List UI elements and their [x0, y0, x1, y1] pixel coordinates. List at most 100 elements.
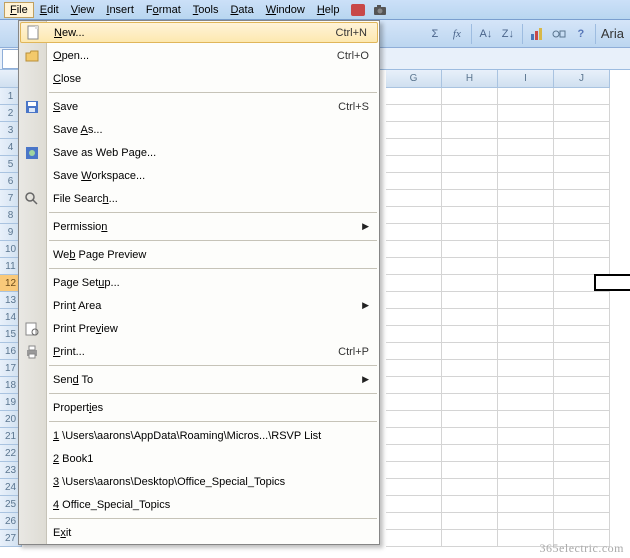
menu-item-file-search[interactable]: File Search... [19, 187, 379, 210]
cell[interactable] [442, 88, 498, 105]
cell[interactable] [386, 377, 442, 394]
cell[interactable] [554, 224, 610, 241]
menu-item-close[interactable]: Close [19, 67, 379, 90]
cell[interactable] [442, 411, 498, 428]
cell[interactable] [554, 258, 610, 275]
cell[interactable] [554, 156, 610, 173]
cell[interactable] [554, 309, 610, 326]
cell[interactable] [386, 343, 442, 360]
cell[interactable] [498, 88, 554, 105]
cell[interactable] [442, 496, 498, 513]
cell[interactable] [498, 513, 554, 530]
menu-item-send-to[interactable]: Send To▶ [19, 368, 379, 391]
cell[interactable] [498, 139, 554, 156]
menu-item-2-book1[interactable]: 2 Book1 [19, 447, 379, 470]
menu-item-exit[interactable]: Exit [19, 521, 379, 544]
cell[interactable] [442, 156, 498, 173]
cell[interactable] [554, 190, 610, 207]
cell[interactable] [498, 173, 554, 190]
cell[interactable] [498, 479, 554, 496]
menu-item-3-users-aarons-desktop-office-special-topics[interactable]: 3 \Users\aarons\Desktop\Office_Special_T… [19, 470, 379, 493]
cell[interactable] [498, 105, 554, 122]
cell[interactable] [386, 530, 442, 547]
menu-insert[interactable]: Insert [100, 2, 140, 18]
cell[interactable] [554, 428, 610, 445]
cell[interactable] [554, 394, 610, 411]
menu-edit[interactable]: Edit [34, 2, 65, 18]
cell[interactable] [554, 411, 610, 428]
cell[interactable] [386, 224, 442, 241]
cell[interactable] [442, 377, 498, 394]
cell[interactable] [442, 343, 498, 360]
cell[interactable] [498, 309, 554, 326]
cell[interactable] [442, 258, 498, 275]
cell[interactable] [554, 377, 610, 394]
menu-item-web-page-preview[interactable]: Web Page Preview [19, 243, 379, 266]
cell[interactable] [498, 377, 554, 394]
menu-view[interactable]: View [65, 2, 101, 18]
cell[interactable] [554, 292, 610, 309]
col-header-J[interactable]: J [554, 70, 610, 88]
pdf-icon[interactable] [349, 2, 367, 18]
menu-item-permission[interactable]: Permission▶ [19, 215, 379, 238]
cell[interactable] [498, 343, 554, 360]
menu-tools[interactable]: Tools [187, 2, 225, 18]
cell[interactable] [554, 513, 610, 530]
menu-item-page-setup[interactable]: Page Setup... [19, 271, 379, 294]
cell[interactable] [442, 122, 498, 139]
cell[interactable] [498, 292, 554, 309]
cell[interactable] [498, 275, 554, 292]
col-header-H[interactable]: H [442, 70, 498, 88]
cell[interactable] [386, 496, 442, 513]
menu-item-save-as[interactable]: Save As... [19, 118, 379, 141]
menu-item-save[interactable]: SaveCtrl+S [19, 95, 379, 118]
cell[interactable] [554, 139, 610, 156]
cell[interactable] [386, 360, 442, 377]
cell[interactable] [442, 224, 498, 241]
cell[interactable] [442, 394, 498, 411]
menu-item-print-preview[interactable]: Print Preview [19, 317, 379, 340]
cell[interactable] [442, 445, 498, 462]
cell[interactable] [442, 105, 498, 122]
menu-format[interactable]: Format [140, 2, 187, 18]
cell[interactable] [554, 241, 610, 258]
cell[interactable] [442, 326, 498, 343]
cell[interactable] [498, 445, 554, 462]
cell[interactable] [442, 241, 498, 258]
cell[interactable] [442, 275, 498, 292]
cell[interactable] [386, 173, 442, 190]
cell[interactable] [442, 173, 498, 190]
cell[interactable] [498, 326, 554, 343]
autosum-icon[interactable]: Σ [425, 24, 445, 44]
cell[interactable] [498, 207, 554, 224]
cell[interactable] [386, 462, 442, 479]
cell[interactable] [386, 428, 442, 445]
cell[interactable] [554, 88, 610, 105]
menu-file[interactable]: File [4, 2, 34, 18]
cell[interactable] [442, 428, 498, 445]
cell[interactable] [442, 190, 498, 207]
active-cell[interactable] [594, 274, 630, 291]
cell[interactable] [386, 394, 442, 411]
chart-icon[interactable] [527, 24, 547, 44]
cell[interactable] [442, 513, 498, 530]
cell[interactable] [386, 292, 442, 309]
cell[interactable] [498, 258, 554, 275]
cell[interactable] [442, 309, 498, 326]
cell[interactable] [498, 190, 554, 207]
cell[interactable] [442, 207, 498, 224]
menu-item-1-users-aarons-appdata-roaming-micros-rsvp-list[interactable]: 1 \Users\aarons\AppData\Roaming\Micros..… [19, 424, 379, 447]
col-header-G[interactable]: G [386, 70, 442, 88]
cell[interactable] [386, 105, 442, 122]
cell[interactable] [442, 462, 498, 479]
cell[interactable] [386, 258, 442, 275]
menu-item-open[interactable]: Open...Ctrl+O [19, 44, 379, 67]
drawing-icon[interactable] [549, 24, 569, 44]
fx-icon[interactable]: fx [447, 24, 467, 44]
cell[interactable] [442, 139, 498, 156]
cell[interactable] [554, 122, 610, 139]
cell[interactable] [498, 122, 554, 139]
cell[interactable] [554, 462, 610, 479]
cell[interactable] [386, 309, 442, 326]
camera-icon[interactable] [371, 2, 389, 18]
